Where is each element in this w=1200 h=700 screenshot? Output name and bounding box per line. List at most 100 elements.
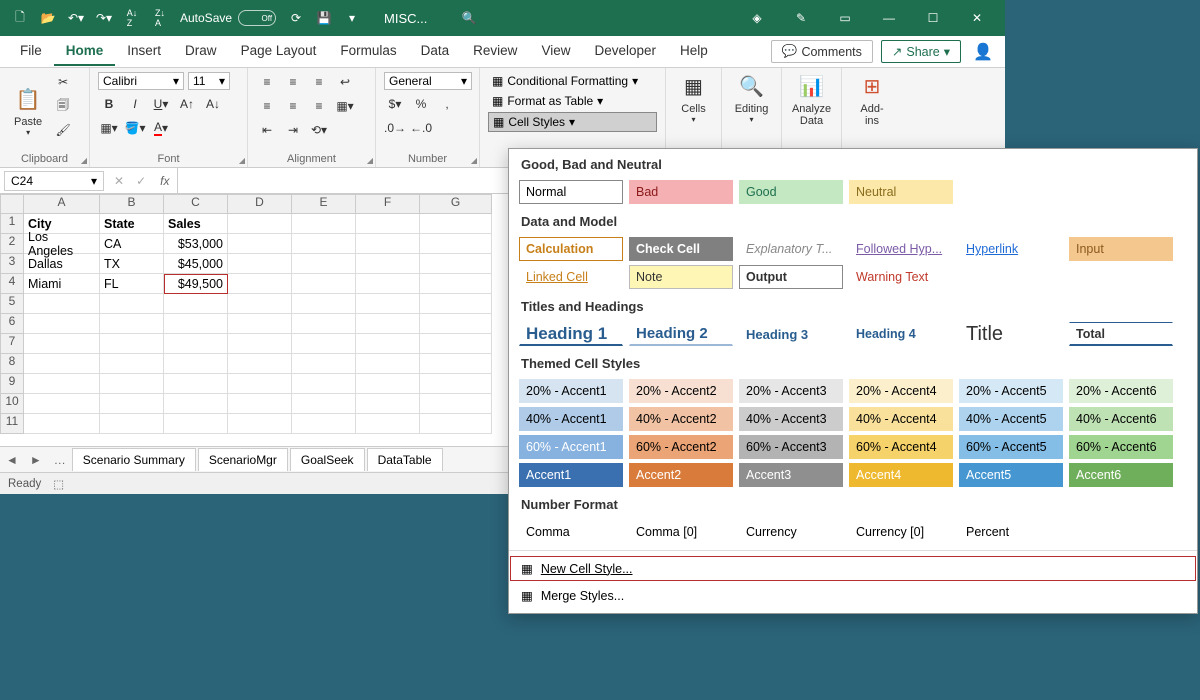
style-swatch[interactable]: 40% - Accent3 <box>739 407 843 431</box>
align-middle-icon[interactable]: ≡ <box>282 72 304 92</box>
addins-button[interactable]: ⊞Add-ins <box>850 72 894 129</box>
row-header[interactable]: 11 <box>0 414 24 434</box>
search-icon[interactable]: 🔍 <box>457 6 481 30</box>
menu-review[interactable]: Review <box>461 37 529 66</box>
cell[interactable] <box>292 274 356 294</box>
cell[interactable] <box>100 394 164 414</box>
number-format-dropdown[interactable]: General▾ <box>384 72 472 90</box>
style-swatch[interactable]: Comma [0] <box>629 520 733 544</box>
cell[interactable] <box>24 374 100 394</box>
menu-view[interactable]: View <box>529 37 582 66</box>
cell[interactable]: CA <box>100 234 164 254</box>
new-file-icon[interactable]: 🗋 <box>8 6 32 30</box>
cell[interactable] <box>292 214 356 234</box>
decrease-font-icon[interactable]: A↓ <box>202 94 224 114</box>
cell[interactable] <box>100 354 164 374</box>
cell[interactable] <box>24 334 100 354</box>
align-top-icon[interactable]: ≡ <box>256 72 278 92</box>
cell[interactable] <box>356 394 420 414</box>
cell[interactable] <box>228 254 292 274</box>
cell[interactable]: Miami <box>24 274 100 294</box>
menu-draw[interactable]: Draw <box>173 37 229 66</box>
cell[interactable] <box>420 274 492 294</box>
cell[interactable] <box>420 294 492 314</box>
close-icon[interactable]: ✕ <box>957 6 997 30</box>
style-swatch[interactable]: 20% - Accent5 <box>959 379 1063 403</box>
cell[interactable] <box>164 314 228 334</box>
style-swatch[interactable]: Accent2 <box>629 463 733 487</box>
cell[interactable] <box>356 414 420 434</box>
new-cell-style-menu[interactable]: ▦ New Cell Style... <box>509 555 1197 582</box>
cell[interactable] <box>228 274 292 294</box>
cell[interactable] <box>228 394 292 414</box>
qat-dropdown-icon[interactable]: ▾ <box>340 6 364 30</box>
menu-home[interactable]: Home <box>54 37 116 66</box>
style-swatch[interactable]: Linked Cell <box>519 265 623 289</box>
style-swatch[interactable]: Good <box>739 180 843 204</box>
style-swatch[interactable]: Total <box>1069 322 1173 346</box>
style-swatch[interactable]: Explanatory T... <box>739 237 843 261</box>
cell[interactable] <box>356 354 420 374</box>
cell[interactable] <box>292 334 356 354</box>
style-swatch[interactable]: Currency <box>739 520 843 544</box>
style-swatch[interactable]: Currency [0] <box>849 520 953 544</box>
style-swatch[interactable]: Check Cell <box>629 237 733 261</box>
cell[interactable] <box>420 254 492 274</box>
menu-file[interactable]: File <box>8 37 54 66</box>
style-swatch[interactable]: Hyperlink <box>959 237 1063 261</box>
cell[interactable] <box>228 414 292 434</box>
col-header[interactable]: E <box>292 194 356 214</box>
col-header[interactable]: B <box>100 194 164 214</box>
font-name-dropdown[interactable]: Calibri▾ <box>98 72 184 90</box>
style-swatch[interactable]: 60% - Accent6 <box>1069 435 1173 459</box>
sheet-tab[interactable]: GoalSeek <box>290 448 365 471</box>
sheet-tab[interactable]: Scenario Summary <box>72 448 196 471</box>
menu-help[interactable]: Help <box>668 37 720 66</box>
style-swatch[interactable]: Accent3 <box>739 463 843 487</box>
cell[interactable] <box>164 294 228 314</box>
font-launcher-icon[interactable]: ◢ <box>239 156 245 165</box>
format-painter-icon[interactable]: 🖌 <box>52 120 74 140</box>
cell[interactable] <box>164 374 228 394</box>
editing-button[interactable]: 🔍Editing▾ <box>730 72 773 126</box>
row-header[interactable]: 4 <box>0 274 24 294</box>
col-header[interactable]: G <box>420 194 492 214</box>
tab-overflow-icon[interactable]: … <box>48 453 72 467</box>
save-icon[interactable]: 💾 <box>312 6 336 30</box>
style-swatch[interactable]: Normal <box>519 180 623 204</box>
cell-styles-button[interactable]: ▦ Cell Styles ▾ <box>488 112 657 132</box>
row-header[interactable]: 1 <box>0 214 24 234</box>
cell[interactable] <box>292 394 356 414</box>
cell[interactable] <box>164 414 228 434</box>
open-file-icon[interactable]: 📂 <box>36 6 60 30</box>
cell[interactable] <box>420 234 492 254</box>
cell[interactable] <box>100 314 164 334</box>
select-all-corner[interactable] <box>0 194 24 214</box>
number-launcher-icon[interactable]: ◢ <box>471 156 477 165</box>
cell[interactable] <box>164 354 228 374</box>
cell[interactable] <box>356 334 420 354</box>
font-color-icon[interactable]: A▾ <box>150 118 172 138</box>
ribbon-mode-icon[interactable]: ▭ <box>825 6 865 30</box>
cell[interactable]: Los Angeles <box>24 234 100 254</box>
share-button[interactable]: ↗ Share ▾ <box>881 40 961 63</box>
style-swatch[interactable]: Note <box>629 265 733 289</box>
decrease-decimal-icon[interactable]: ←.0 <box>410 118 432 138</box>
cell[interactable] <box>228 374 292 394</box>
col-header[interactable]: D <box>228 194 292 214</box>
cell[interactable]: $53,000 <box>164 234 228 254</box>
cell[interactable] <box>420 334 492 354</box>
col-header[interactable]: F <box>356 194 420 214</box>
cell[interactable] <box>228 314 292 334</box>
cell[interactable] <box>100 374 164 394</box>
style-swatch[interactable]: Warning Text <box>849 265 953 289</box>
cell[interactable] <box>420 214 492 234</box>
cell[interactable] <box>292 314 356 334</box>
autosave-toggle[interactable]: AutoSave Off <box>180 10 276 26</box>
style-swatch[interactable]: Output <box>739 265 843 289</box>
style-swatch[interactable]: Calculation <box>519 237 623 261</box>
cells-button[interactable]: ▦Cells▾ <box>674 72 713 126</box>
sync-icon[interactable]: ⟳ <box>284 6 308 30</box>
cell[interactable] <box>356 294 420 314</box>
cell[interactable] <box>292 254 356 274</box>
